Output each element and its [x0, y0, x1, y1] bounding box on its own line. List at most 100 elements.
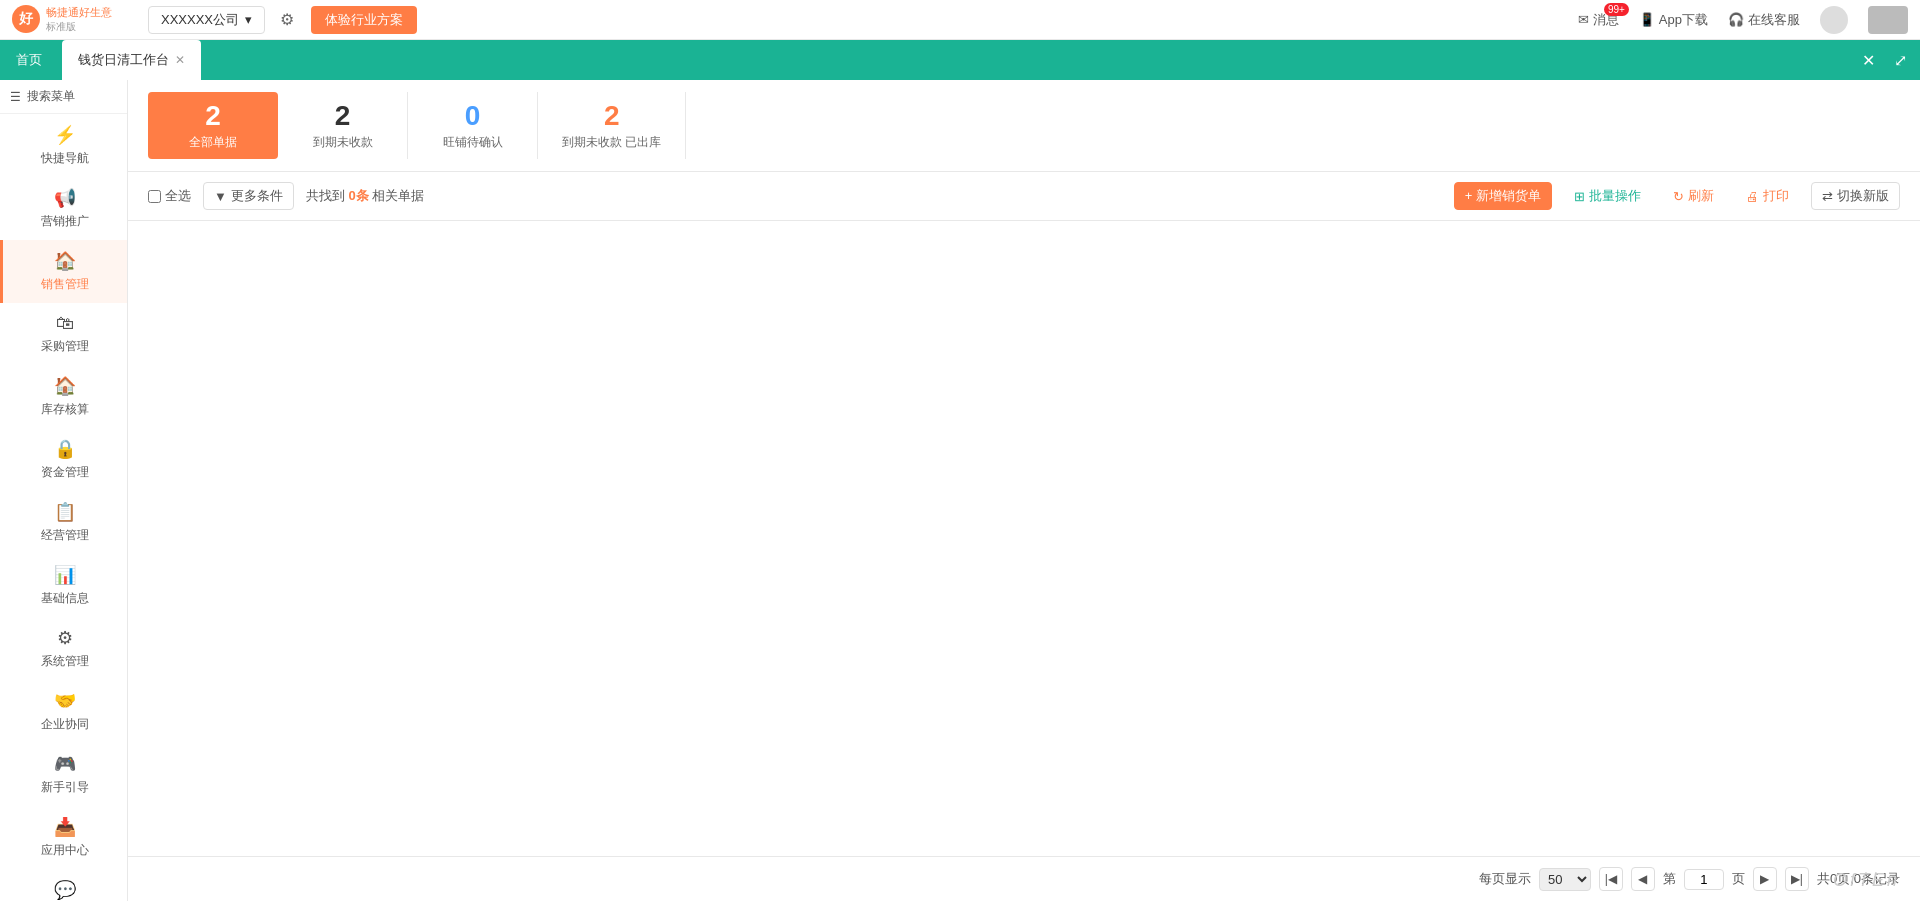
prev-page-button[interactable]: ◀: [1631, 867, 1655, 891]
app-version: 标准版: [46, 20, 112, 34]
sidebar-item-app-center[interactable]: 📥 应用中心: [0, 806, 127, 869]
operations-icon: 📋: [54, 501, 76, 523]
sidebar-item-purchase-label: 采购管理: [41, 338, 89, 355]
brand-watermark: OfTEn: [1833, 870, 1900, 891]
sidebar-item-enterprise[interactable]: 🤝 企业协同: [0, 680, 127, 743]
add-sale-button[interactable]: + 新增销货单: [1454, 182, 1552, 210]
finance-icon: 🔒: [54, 438, 76, 460]
stat-label-pending: 旺铺待确认: [443, 134, 503, 151]
wechat-icon: 💬: [54, 879, 76, 901]
stat-number-shipped: 2: [604, 100, 620, 132]
switch-version-button[interactable]: ⇄ 切换新版: [1811, 182, 1900, 210]
refresh-button[interactable]: ↻ 刷新: [1663, 183, 1724, 209]
sidebar-item-base-info-label: 基础信息: [41, 590, 89, 607]
stat-number-all: 2: [205, 100, 221, 132]
app-center-icon: 📥: [54, 816, 76, 838]
stat-card-overdue[interactable]: 2 到期未收款: [278, 92, 408, 159]
toolbar-left: 全选 ▼ 更多条件 共找到 0条 相关单据: [148, 182, 1442, 210]
purchase-icon: 🛍: [56, 313, 74, 334]
stat-card-shipped[interactable]: 2 到期未收款 已出库: [538, 92, 686, 159]
stat-number-pending: 0: [465, 100, 481, 132]
stat-card-all[interactable]: 2 全部单据: [148, 92, 278, 159]
tab-close-icon[interactable]: ✕: [175, 53, 185, 67]
filter-label: 更多条件: [231, 187, 283, 205]
sidebar-item-marketing[interactable]: 📢 营销推广: [0, 177, 127, 240]
message-button[interactable]: ✉ 消息 99+: [1578, 11, 1619, 29]
select-all-checkbox[interactable]: 全选: [148, 187, 191, 205]
found-prefix: 共找到: [306, 188, 345, 203]
gear-icon: ⚙: [280, 10, 294, 29]
tab-workbench[interactable]: 钱货日清工作台 ✕: [62, 40, 201, 80]
sidebar-item-wechat[interactable]: 💬 企业微信: [0, 869, 127, 901]
sidebar-item-guide[interactable]: 🎮 新手引导: [0, 743, 127, 806]
sidebar-item-finance[interactable]: 🔒 资金管理: [0, 428, 127, 491]
logo-icon: 好: [12, 5, 40, 33]
page-size-select[interactable]: 50 100 200: [1539, 868, 1591, 891]
sidebar-item-quick-nav-label: 快捷导航: [41, 150, 89, 167]
top-header: 好 畅捷通好生意 标准版 XXXXXX公司 ▾ ⚙ 体验行业方案 ✉ 消息 99…: [0, 0, 1920, 40]
sidebar-item-purchase[interactable]: 🛍 采购管理: [0, 303, 127, 365]
avatar-extra[interactable]: [1868, 6, 1908, 34]
batch-button[interactable]: ⊞ 批量操作: [1564, 183, 1651, 209]
tab-close-window-button[interactable]: ✕: [1856, 48, 1880, 72]
toolbar: 全选 ▼ 更多条件 共找到 0条 相关单据 + 新增销货单 ⊞ 批量操作: [128, 172, 1920, 221]
page-label: 第: [1663, 870, 1676, 888]
refresh-label: 刷新: [1688, 187, 1714, 205]
sidebar-item-finance-label: 资金管理: [41, 464, 89, 481]
sidebar-item-app-center-label: 应用中心: [41, 842, 89, 859]
print-icon: 🖨: [1746, 189, 1759, 204]
tab-bar: 首页 钱货日清工作台 ✕ ✕ ⤢: [0, 40, 1920, 80]
sidebar-item-inventory[interactable]: 🏠 库存核算: [0, 365, 127, 428]
sidebar-item-system-label: 系统管理: [41, 653, 89, 670]
sidebar-item-operations[interactable]: 📋 经营管理: [0, 491, 127, 554]
sidebar-item-quick-nav[interactable]: ⚡ 快捷导航: [0, 114, 127, 177]
app-download-button[interactable]: 📱 App下载: [1639, 11, 1708, 29]
service-icon: 🎧: [1728, 12, 1744, 27]
stat-number-overdue: 2: [335, 100, 351, 132]
sidebar: ☰ 搜索菜单 ⚡ 快捷导航 📢 营销推广 🏠 销售管理 🛍 采购管理 🏠 库存核…: [0, 80, 128, 901]
sidebar-item-operations-label: 经营管理: [41, 527, 89, 544]
company-select[interactable]: XXXXXX公司 ▾: [148, 6, 265, 34]
tab-maximize-button[interactable]: ⤢: [1888, 48, 1912, 72]
batch-label: 批量操作: [1589, 187, 1641, 205]
company-name: XXXXXX公司: [161, 11, 239, 29]
online-service-button[interactable]: 🎧 在线客服: [1728, 11, 1800, 29]
guide-icon: 🎮: [54, 753, 76, 775]
tab-home[interactable]: 首页: [0, 40, 58, 80]
stat-label-all: 全部单据: [189, 134, 237, 151]
next-page-button[interactable]: ▶: [1753, 867, 1777, 891]
filter-button[interactable]: ▼ 更多条件: [203, 182, 294, 210]
refresh-icon: ↻: [1673, 189, 1684, 204]
stat-card-pending[interactable]: 0 旺铺待确认: [408, 92, 538, 159]
quick-nav-icon: ⚡: [54, 124, 76, 146]
switch-icon: ⇄: [1822, 189, 1833, 204]
switch-label: 切换新版: [1837, 187, 1889, 205]
first-page-button[interactable]: |◀: [1599, 867, 1623, 891]
pagination-bar: 每页显示 50 100 200 |◀ ◀ 第 页 ▶ ▶| 共0页,0条记录: [128, 856, 1920, 901]
dropdown-icon: ▾: [245, 12, 252, 27]
stat-label-shipped: 到期未收款 已出库: [562, 134, 661, 151]
sidebar-search[interactable]: ☰ 搜索菜单: [0, 80, 127, 114]
header-right: ✉ 消息 99+ 📱 App下载 🎧 在线客服: [1578, 6, 1908, 34]
sidebar-item-sales[interactable]: 🏠 销售管理: [0, 240, 127, 303]
inventory-icon: 🏠: [54, 375, 76, 397]
search-icon: ☰: [10, 90, 21, 104]
last-page-button[interactable]: ▶|: [1785, 867, 1809, 891]
marketing-icon: 📢: [54, 187, 76, 209]
settings-button[interactable]: ⚙: [273, 6, 301, 34]
print-button[interactable]: 🖨 打印: [1736, 183, 1799, 209]
sales-icon: 🏠: [54, 250, 76, 272]
sidebar-item-system[interactable]: ⚙ 系统管理: [0, 617, 127, 680]
download-icon: 📱: [1639, 12, 1655, 27]
found-suffix: 相关单据: [372, 188, 424, 203]
toolbar-right: + 新增销货单 ⊞ 批量操作 ↻ 刷新 🖨 打印 ⇄ 切换新版: [1454, 182, 1900, 210]
app-name: 畅捷通好生意: [46, 5, 112, 19]
tab-bar-controls: ✕ ⤢: [1856, 48, 1920, 72]
trial-button[interactable]: 体验行业方案: [311, 6, 417, 34]
avatar[interactable]: [1820, 6, 1848, 34]
found-text: 共找到 0条 相关单据: [306, 187, 424, 205]
sidebar-item-base-info[interactable]: 📊 基础信息: [0, 554, 127, 617]
page-input[interactable]: [1684, 869, 1724, 890]
select-all-input[interactable]: [148, 190, 161, 203]
sidebar-search-label: 搜索菜单: [27, 88, 75, 105]
